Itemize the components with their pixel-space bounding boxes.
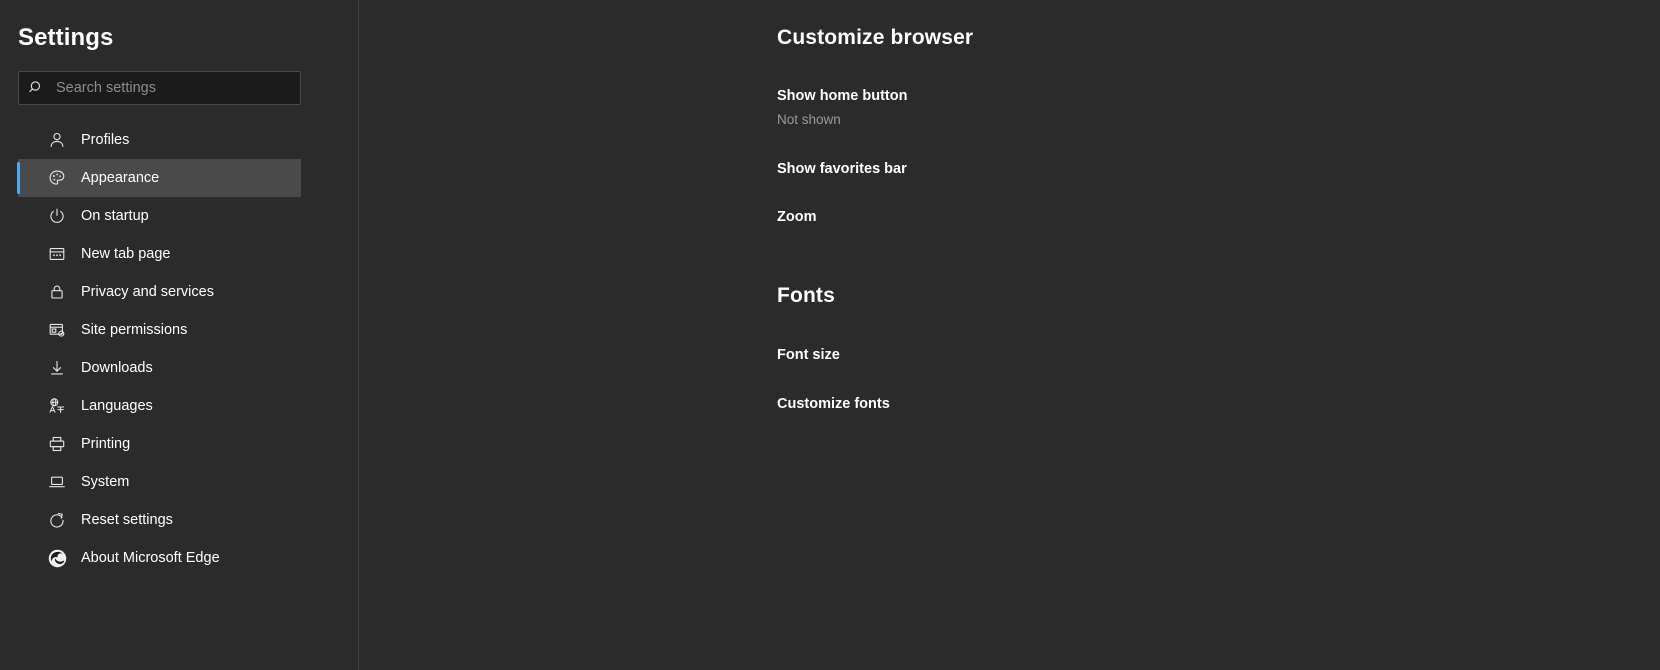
printer-icon bbox=[48, 435, 66, 453]
sidebar-item-system[interactable]: System bbox=[18, 463, 301, 501]
search-icon bbox=[29, 80, 45, 96]
row-customize-fonts[interactable]: Customize fonts bbox=[777, 397, 1660, 412]
sidebar-item-new-tab-page[interactable]: New tab page bbox=[18, 235, 301, 273]
search-settings-box[interactable] bbox=[18, 71, 301, 105]
sidebar-item-label: About Microsoft Edge bbox=[81, 549, 220, 566]
sidebar-item-privacy-and-services[interactable]: Privacy and services bbox=[18, 273, 301, 311]
sidebar-item-label: Profiles bbox=[81, 131, 130, 148]
row-font-size: Font size Medium (Recommended) bbox=[777, 348, 1660, 363]
palette-icon bbox=[48, 169, 66, 187]
sidebar-item-on-startup[interactable]: On startup bbox=[18, 197, 301, 235]
new-tab-page-icon bbox=[48, 245, 66, 263]
sidebar-item-label: Reset settings bbox=[81, 511, 173, 528]
sidebar-item-downloads[interactable]: Downloads bbox=[18, 349, 301, 387]
download-icon bbox=[48, 359, 66, 377]
row-label: Zoom bbox=[777, 209, 817, 225]
sidebar-item-site-permissions[interactable]: Site permissions bbox=[18, 311, 301, 349]
row-show-home-button: Show home button Not shown bbox=[777, 89, 1660, 126]
search-input[interactable] bbox=[56, 72, 290, 104]
page-title: Settings bbox=[18, 24, 114, 51]
edge-logo-icon bbox=[48, 549, 67, 568]
row-label: Customize fonts bbox=[777, 396, 890, 412]
sidebar-item-label: Privacy and services bbox=[81, 283, 214, 300]
sidebar-item-label: Languages bbox=[81, 397, 153, 414]
sidebar-item-label: On startup bbox=[81, 207, 149, 224]
person-icon bbox=[48, 131, 66, 149]
lock-icon bbox=[48, 283, 66, 301]
row-label: Show home button bbox=[777, 88, 908, 104]
sidebar-item-appearance[interactable]: Appearance bbox=[17, 159, 301, 197]
sidebar-item-label: Site permissions bbox=[81, 321, 188, 338]
row-sublabel: Not shown bbox=[777, 111, 841, 127]
sidebar-item-label: Printing bbox=[81, 435, 131, 452]
sidebar-item-about-microsoft-edge[interactable]: About Microsoft Edge bbox=[18, 539, 301, 577]
reset-icon bbox=[48, 511, 66, 529]
row-label: Font size bbox=[777, 347, 840, 363]
section-heading-customize-browser: Customize browser bbox=[777, 26, 974, 49]
languages-icon bbox=[48, 397, 66, 415]
row-text: Show home button Not shown bbox=[777, 89, 907, 126]
sidebar-item-label: Appearance bbox=[81, 169, 160, 186]
sidebar-item-label: System bbox=[81, 473, 130, 490]
power-icon bbox=[48, 207, 66, 225]
row-show-favorites-bar: Show favorites bar Only on new tabs bbox=[777, 162, 1660, 177]
row-label: Show favorites bar bbox=[777, 161, 907, 177]
sidebar-item-profiles[interactable]: Profiles bbox=[18, 121, 301, 159]
sidebar-item-languages[interactable]: Languages bbox=[18, 387, 301, 425]
section-heading-fonts: Fonts bbox=[777, 284, 835, 307]
laptop-icon bbox=[48, 473, 66, 491]
site-permissions-icon bbox=[48, 321, 66, 339]
sidebar-item-label: Downloads bbox=[81, 359, 153, 376]
settings-page: Settings Profiles bbox=[0, 0, 1660, 670]
main-content: Customize browser Show home button Not s… bbox=[359, 0, 1660, 670]
sidebar-item-reset-settings[interactable]: Reset settings bbox=[18, 501, 301, 539]
sidebar-item-label: New tab page bbox=[81, 245, 171, 262]
settings-nav: Profiles Appearance On startup New tab p… bbox=[0, 121, 358, 577]
row-zoom: Zoom 100% bbox=[777, 210, 1660, 225]
sidebar: Settings Profiles bbox=[0, 0, 359, 670]
sidebar-item-printing[interactable]: Printing bbox=[18, 425, 301, 463]
